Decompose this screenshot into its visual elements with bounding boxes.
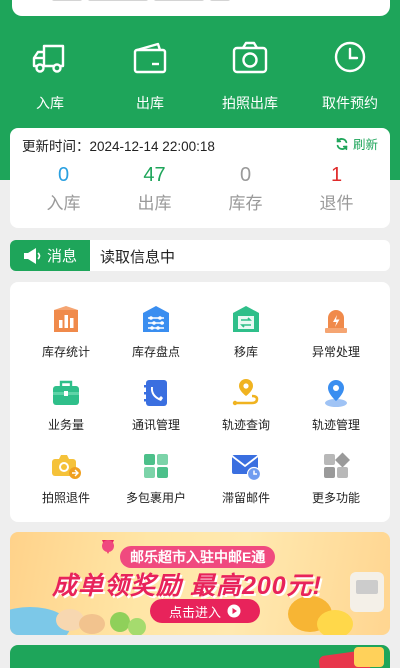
stat-value: 0 (239, 164, 252, 186)
briefcase-icon (53, 380, 79, 405)
feature-label: 通讯管理 (131, 418, 180, 432)
feature-exception[interactable]: 异常处理 (291, 302, 381, 372)
message-text: 读取信息中 (100, 249, 176, 266)
message-tag: 消息 (10, 240, 90, 271)
feature-stock-stats[interactable]: 库存统计 (21, 302, 111, 372)
feature-label: 拍照退件 (41, 491, 90, 505)
stat-label: 出库 (137, 194, 172, 213)
search-bar[interactable] (12, 0, 390, 16)
secondary-banner[interactable] (10, 645, 390, 668)
feature-label: 业务量 (47, 418, 84, 432)
message-bar[interactable]: 消息 读取信息中 (10, 240, 390, 271)
feature-label: 更多功能 (311, 491, 360, 505)
feature-track-query[interactable]: 轨迹查询 (201, 375, 291, 445)
truck-icon (32, 44, 65, 73)
feature-label: 轨迹管理 (311, 418, 360, 432)
stat-returns[interactable]: 1 退件 (291, 164, 382, 214)
feature-label: 轨迹查询 (221, 418, 270, 432)
update-time: 更新时间：2024-12-14 22:00:18 (22, 139, 215, 154)
search-placeholder (52, 0, 272, 4)
stat-inbound[interactable]: 0 入库 (18, 164, 109, 214)
banner-tagline: 邮乐超市入驻中邮E通 (120, 546, 276, 568)
promo-banner[interactable]: 邮乐超市入驻中邮E通 成单领奖励 最高200元! 点击进入 (10, 532, 390, 635)
feature-label: 多包裹用户 (125, 491, 186, 505)
bar-chart-icon (54, 306, 78, 332)
clock-icon (334, 41, 366, 73)
outbound-button[interactable]: 出库 (100, 36, 200, 116)
stat-value: 0 (57, 164, 70, 186)
feature-business-volume[interactable]: 业务量 (21, 375, 111, 445)
refresh-label: 刷新 (352, 138, 378, 152)
feature-contacts[interactable]: 通讯管理 (111, 375, 201, 445)
photo-outbound-button[interactable]: 拍照出库 (200, 36, 300, 116)
stat-value: 1 (330, 164, 343, 186)
location-icon (325, 380, 347, 407)
stat-label: 库存 (228, 194, 263, 213)
stats-columns: 0 入库 47 出库 0 库存 1 退件 (10, 164, 390, 214)
photo-outbound-label: 拍照出库 (222, 95, 278, 111)
feature-move-stock[interactable]: 移库 (201, 302, 291, 372)
inbound-button[interactable]: 入库 (0, 36, 100, 116)
refresh-button[interactable]: 刷新 (335, 134, 378, 153)
grid-icon (144, 454, 168, 478)
feature-label: 异常处理 (311, 345, 360, 359)
outbound-label: 出库 (136, 95, 164, 111)
pickup-reservation-label: 取件预约 (322, 95, 378, 111)
stats-card: 更新时间：2024-12-14 22:00:18 刷新 0 入库 47 出库 0… (10, 128, 390, 228)
feature-track-manage[interactable]: 轨迹管理 (291, 375, 381, 445)
feature-photo-return[interactable]: 拍照退件 (21, 448, 111, 518)
wallet-icon (133, 42, 167, 74)
banner-headline: 成单领奖励 最高200元! (52, 572, 322, 600)
message-tag-label: 消息 (47, 248, 78, 265)
enter-button-label: 点击进入 (168, 604, 221, 620)
camera-return-icon (52, 455, 81, 479)
stat-stock[interactable]: 0 库存 (200, 164, 291, 214)
mail-clock-icon (231, 455, 262, 482)
stat-label: 入库 (46, 194, 81, 213)
move-icon (233, 306, 259, 332)
feature-label: 滞留邮件 (221, 491, 270, 505)
play-icon (227, 604, 241, 618)
camera-icon (232, 41, 268, 74)
gift-tag-icon (354, 647, 384, 667)
feature-multi-parcel[interactable]: 多包裹用户 (111, 448, 201, 518)
route-icon (232, 379, 259, 406)
stat-label: 退件 (319, 194, 354, 213)
feature-more[interactable]: 更多功能 (291, 448, 381, 518)
alarm-icon (325, 310, 347, 333)
address-book-icon (144, 380, 167, 406)
megaphone-icon (24, 247, 41, 264)
more-icon (324, 452, 350, 478)
feature-stranded-mail[interactable]: 滞留邮件 (201, 448, 291, 518)
feature-grid: 库存统计 库存盘点 移库 异常处理 业务量 通讯管理 轨迹查询 轨迹管理 拍照退… (10, 282, 390, 522)
stat-outbound[interactable]: 47 出库 (109, 164, 200, 214)
feature-label: 库存盘点 (131, 345, 180, 359)
feature-label: 移库 (233, 345, 258, 359)
abacus-icon (143, 306, 169, 332)
feature-stock-check[interactable]: 库存盘点 (111, 302, 201, 372)
feature-label: 库存统计 (41, 345, 90, 359)
top-actions: 入库 出库 拍照出库 取件预约 (0, 36, 400, 116)
refresh-icon (336, 137, 348, 150)
inbound-label: 入库 (36, 95, 64, 111)
enter-button[interactable]: 点击进入 (150, 599, 260, 623)
pickup-reservation-button[interactable]: 取件预约 (300, 36, 400, 116)
stat-value: 47 (143, 164, 166, 186)
